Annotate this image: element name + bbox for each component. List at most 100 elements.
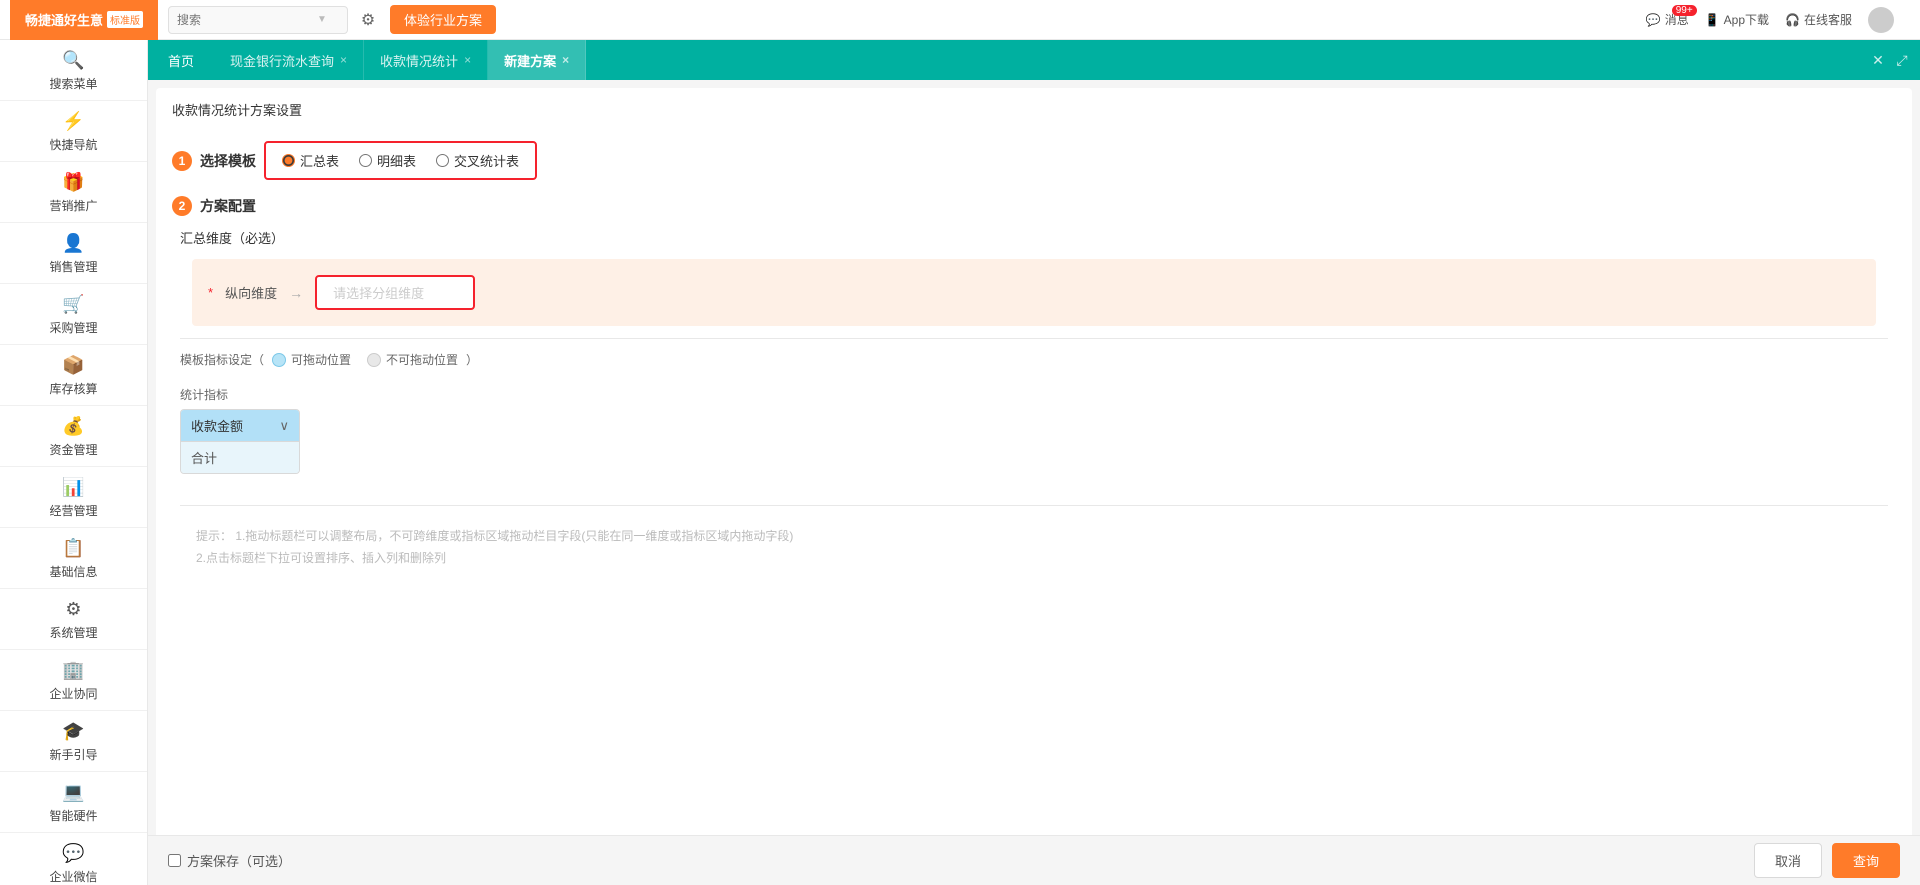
save-checkbox[interactable] <box>168 854 181 867</box>
stats-header-label: 统计指标 <box>180 386 1888 403</box>
sidebar-item-finance[interactable]: 💰 资金管理 <box>0 406 147 467</box>
download-icon: 📱 <box>1705 13 1720 27</box>
radio-detail-input[interactable] <box>359 154 372 167</box>
step2-title: 方案配置 <box>200 196 256 216</box>
radio-summary-input[interactable] <box>282 154 295 167</box>
sidebar-item-system[interactable]: ⚙ 系统管理 <box>0 589 147 650</box>
enterprise-icon: 🏢 <box>62 660 84 681</box>
main-content: 收款情况统计方案设置 1 选择模板 汇总表 明细表 <box>148 80 1920 885</box>
window-maximize-btn[interactable]: ⤢ <box>1892 50 1912 70</box>
window-close-btn[interactable]: ✕ <box>1868 50 1888 70</box>
step1-title: 选择模板 <box>200 151 256 171</box>
notification-button[interactable]: 💬 消息 99+ <box>1646 11 1689 28</box>
basic-icon: 📋 <box>62 538 84 559</box>
query-button[interactable]: 查询 <box>1832 843 1900 878</box>
cancel-button[interactable]: 取消 <box>1754 843 1822 878</box>
radio-cross[interactable]: 交叉统计表 <box>436 151 519 170</box>
tab-cash-flow-close[interactable]: × <box>340 53 347 67</box>
guide-icon: 🎓 <box>62 721 84 742</box>
radio-detail[interactable]: 明细表 <box>359 151 416 170</box>
radio-summary-label: 汇总表 <box>300 151 339 170</box>
inventory-icon: 📦 <box>62 355 84 376</box>
download-label: App下载 <box>1724 11 1769 28</box>
dimension-select[interactable]: 请选择分组维度 <box>315 275 475 310</box>
quick-nav-icon: ⚡ <box>62 111 84 132</box>
sidebar-item-purchase[interactable]: 🛒 采购管理 <box>0 284 147 345</box>
tab-cash-flow-label: 现金银行流水查询 <box>230 51 334 70</box>
tab-home[interactable]: 首页 <box>148 40 214 80</box>
top-right: 💬 消息 99+ 📱 App下载 🎧 在线客服 <box>1646 7 1910 33</box>
wechat-icon: 💬 <box>62 843 84 864</box>
sidebar-item-inventory[interactable]: 📦 库存核算 <box>0 345 147 406</box>
indicator-header: 模板指标设定（ 可拖动位置 不可拖动位置 ） <box>180 351 1888 368</box>
tab-new-plan-close[interactable]: × <box>562 53 569 67</box>
stats-table-header[interactable]: 收款金额 ∨ <box>181 410 299 442</box>
step2-badge: 2 <box>172 196 192 216</box>
download-button[interactable]: 📱 App下载 <box>1705 11 1769 28</box>
template-selection: 汇总表 明细表 交叉统计表 <box>264 141 537 180</box>
sidebar-item-search-menu[interactable]: 🔍 搜索菜单 <box>0 40 147 101</box>
sidebar-label-operations: 经营管理 <box>49 502 97 519</box>
hardware-icon: 💻 <box>62 782 84 803</box>
support-label: 在线客服 <box>1804 11 1852 28</box>
sidebar-label-sales: 销售管理 <box>49 258 97 275</box>
tab-receipts-label: 收款情况统计 <box>380 51 458 70</box>
sidebar-label-system: 系统管理 <box>49 624 97 641</box>
dimension-row: * 纵向维度 → 请选择分组维度 <box>208 275 1860 310</box>
gear-button[interactable]: ⚙ <box>354 6 382 34</box>
search-input[interactable] <box>177 13 317 27</box>
tab-cash-flow[interactable]: 现金银行流水查询 × <box>214 40 364 80</box>
support-button[interactable]: 🎧 在线客服 <box>1785 11 1852 28</box>
stats-item-sub: 合计 <box>191 451 217 466</box>
sidebar-label-enterprise: 企业协同 <box>49 685 97 702</box>
sales-icon: 👤 <box>62 233 84 254</box>
sidebar-label-inventory: 库存核算 <box>49 380 97 397</box>
step2-section: 2 方案配置 汇总维度（必选） * 纵向维度 → 请选择分组维度 <box>172 196 1896 577</box>
sidebar-label-quick-nav: 快捷导航 <box>49 136 97 153</box>
radio-cross-label: 交叉统计表 <box>454 151 519 170</box>
step1-section: 1 选择模板 汇总表 明细表 交叉统计表 <box>172 141 1896 180</box>
sidebar-item-sales[interactable]: 👤 销售管理 <box>0 223 147 284</box>
sidebar-item-quick-nav[interactable]: ⚡ 快捷导航 <box>0 101 147 162</box>
divider2 <box>180 505 1888 506</box>
logo-text: 畅捷通好生意 <box>25 10 103 29</box>
search-input-wrap[interactable]: ▼ <box>168 6 348 34</box>
sidebar-item-operations[interactable]: 📊 经营管理 <box>0 467 147 528</box>
save-option[interactable]: 方案保存（可选） <box>168 851 291 870</box>
page-title: 收款情况统计方案设置 <box>172 100 1896 127</box>
draggable-label: 可拖动位置 <box>291 351 351 368</box>
legend-draggable: 可拖动位置 <box>272 351 351 368</box>
logo-badge: 标准版 <box>107 11 143 28</box>
window-controls: ✕ ⤢ <box>1868 40 1920 80</box>
tab-new-plan-label: 新建方案 <box>504 51 556 70</box>
sidebar-item-hardware[interactable]: 💻 智能硬件 <box>0 772 147 833</box>
tab-receipts-close[interactable]: × <box>464 53 471 67</box>
marketing-icon: 🎁 <box>62 172 84 193</box>
sidebar-item-basic[interactable]: 📋 基础信息 <box>0 528 147 589</box>
trial-button[interactable]: 体验行业方案 <box>390 5 496 34</box>
radio-detail-label: 明细表 <box>377 151 416 170</box>
purchase-icon: 🛒 <box>62 294 84 315</box>
user-area[interactable] <box>1868 7 1894 33</box>
tab-new-plan[interactable]: 新建方案 × <box>488 40 586 80</box>
sidebar-item-wechat[interactable]: 💬 企业微信 <box>0 833 147 885</box>
sidebar-item-marketing[interactable]: 🎁 营销推广 <box>0 162 147 223</box>
sidebar-label-marketing: 营销推广 <box>49 197 97 214</box>
radio-cross-input[interactable] <box>436 154 449 167</box>
step2-header: 2 方案配置 <box>172 196 1896 216</box>
sidebar: 🔍 搜索菜单 ⚡ 快捷导航 🎁 营销推广 👤 销售管理 🛒 采购管理 📦 库存核… <box>0 40 148 885</box>
sidebar-label-guide: 新手引导 <box>49 746 97 763</box>
sidebar-item-enterprise[interactable]: 🏢 企业协同 <box>0 650 147 711</box>
stats-dropdown-arrow[interactable]: ∨ <box>279 418 289 434</box>
sidebar-label-hardware: 智能硬件 <box>49 807 97 824</box>
avatar <box>1868 7 1894 33</box>
radio-summary[interactable]: 汇总表 <box>282 151 339 170</box>
sidebar-item-guide[interactable]: 🎓 新手引导 <box>0 711 147 772</box>
dimension-section-title: 汇总维度（必选） <box>180 228 1888 247</box>
logo-area: 畅捷通好生意 标准版 <box>10 0 158 40</box>
step1-badge: 1 <box>172 151 192 171</box>
sidebar-label-wechat: 企业微信 <box>49 868 97 885</box>
dimension-area: * 纵向维度 → 请选择分组维度 <box>192 259 1876 326</box>
arrow-icon: → <box>289 285 303 301</box>
tab-receipts[interactable]: 收款情况统计 × <box>364 40 488 80</box>
